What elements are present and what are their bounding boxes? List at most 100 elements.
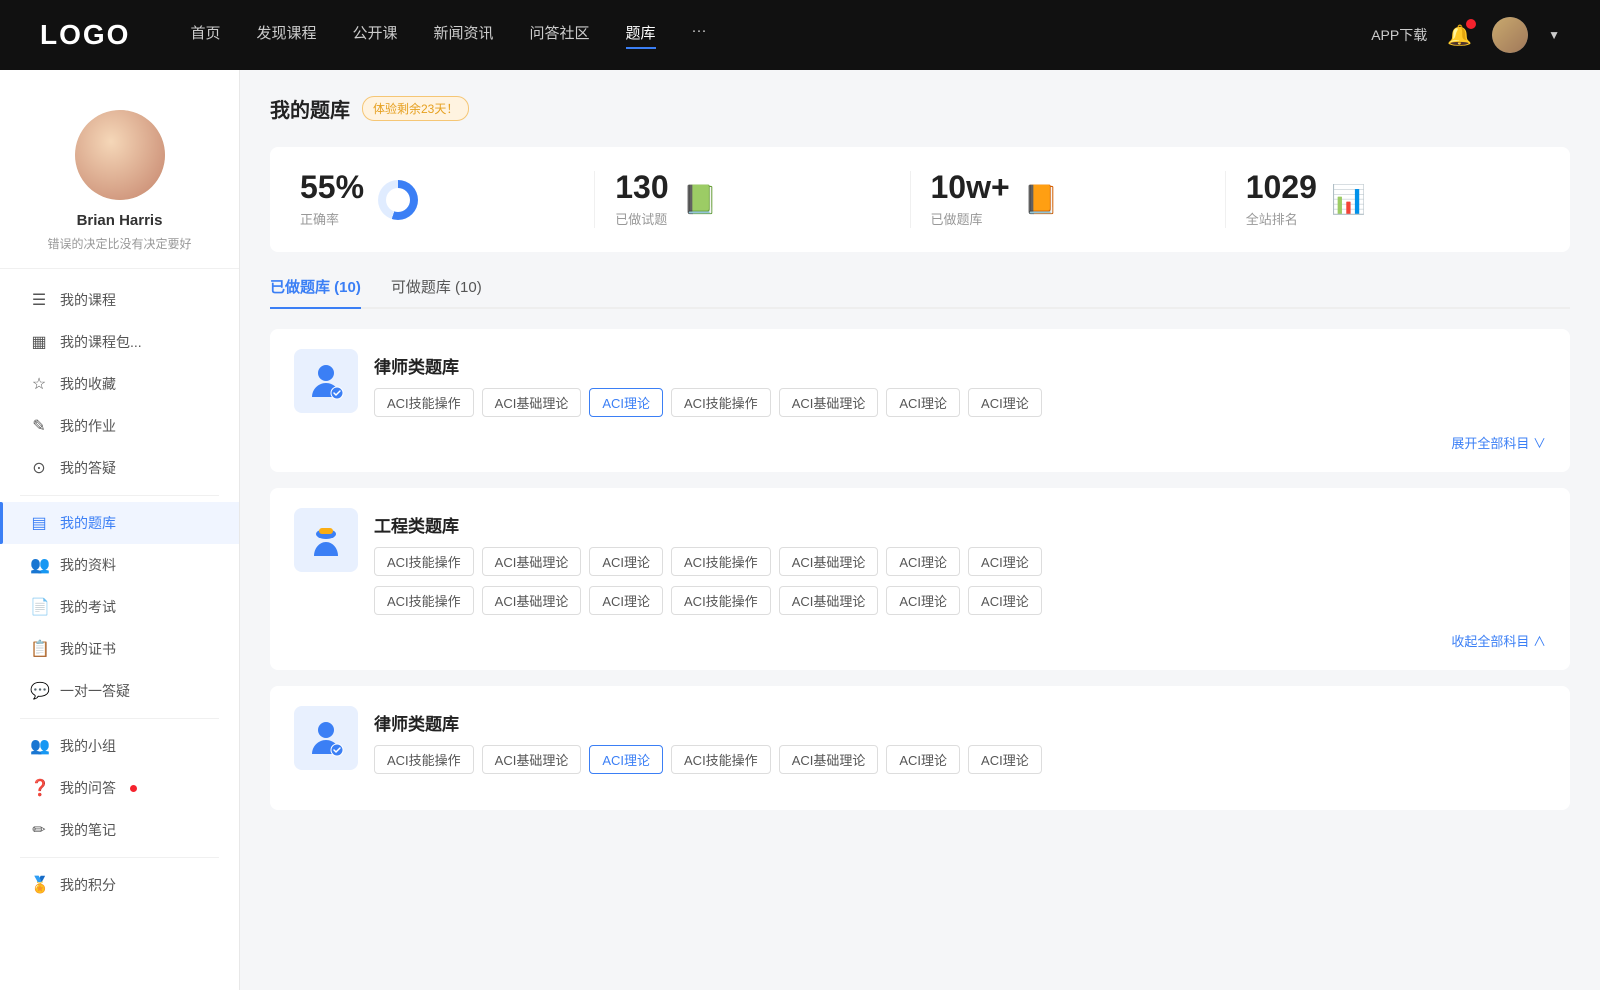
- notification-bell[interactable]: 🔔: [1447, 23, 1472, 48]
- qbank-tags-0: ACI技能操作ACI基础理论ACI理论ACI技能操作ACI基础理论ACI理论AC…: [374, 388, 1042, 417]
- sidebar-item-0[interactable]: ☰我的课程: [0, 279, 239, 321]
- stats-card: 55%正确率130已做试题📗10w+已做题库📙1029全站排名📊: [270, 147, 1570, 252]
- stat-label-1: 已做试题: [615, 209, 668, 228]
- sidebar-icon-7: 📄: [30, 597, 48, 617]
- stat-label-0: 正确率: [300, 209, 364, 228]
- sidebar-item-5[interactable]: ▤我的题库: [0, 502, 239, 544]
- stat-item-0: 55% 正确率: [300, 171, 595, 228]
- sidebar-icon-2: ☆: [30, 374, 48, 394]
- sidebar-item-9[interactable]: 💬一对一答疑: [0, 670, 239, 712]
- nav-item-问答社区[interactable]: 问答社区: [530, 22, 590, 49]
- tag-2-6[interactable]: ACI理论: [968, 745, 1042, 774]
- sidebar-icon-0: ☰: [30, 290, 48, 310]
- sidebar-label-3: 我的作业: [60, 416, 116, 436]
- stat-value-0: 55%: [300, 171, 364, 203]
- tag-row2-1-3[interactable]: ACI技能操作: [671, 586, 771, 615]
- user-name: Brian Harris: [77, 212, 163, 229]
- tab-0[interactable]: 已做题库 (10): [270, 276, 361, 307]
- qbank-tags-2: ACI技能操作ACI基础理论ACI理论ACI技能操作ACI基础理论ACI理论AC…: [374, 745, 1042, 774]
- sidebar-label-4: 我的答疑: [60, 458, 116, 478]
- nav-item-发现课程[interactable]: 发现课程: [256, 22, 316, 49]
- sidebar-label-5: 我的题库: [60, 513, 116, 533]
- tag-row2-1-5[interactable]: ACI理论: [886, 586, 960, 615]
- tab-1[interactable]: 可做题库 (10): [391, 276, 482, 307]
- sidebar-item-2[interactable]: ☆我的收藏: [0, 363, 239, 405]
- sidebar-item-13[interactable]: 🏅我的积分: [0, 864, 239, 906]
- nav-menu: 首页 发现课程 公开课 新闻资讯 问答社区 题库 ···: [190, 22, 1371, 49]
- tag-1-4[interactable]: ACI基础理论: [779, 547, 879, 576]
- tag-2-1[interactable]: ACI基础理论: [482, 745, 582, 774]
- tag-2-4[interactable]: ACI基础理论: [779, 745, 879, 774]
- tag-row2-1-1[interactable]: ACI基础理论: [482, 586, 582, 615]
- tag-0-4[interactable]: ACI基础理论: [779, 388, 879, 417]
- stat-value-1: 130: [615, 171, 668, 203]
- tag-row2-1-6[interactable]: ACI理论: [968, 586, 1042, 615]
- tag-1-5[interactable]: ACI理论: [886, 547, 960, 576]
- sidebar-label-8: 我的证书: [60, 639, 116, 659]
- sidebar-item-1[interactable]: ▦我的课程包...: [0, 321, 239, 363]
- profile-section: Brian Harris 错误的决定比没有决定要好: [0, 90, 239, 269]
- sidebar-item-11[interactable]: ❓我的问答: [0, 767, 239, 809]
- tag-0-0[interactable]: ACI技能操作: [374, 388, 474, 417]
- tag-0-2[interactable]: ACI理论: [589, 388, 663, 417]
- tag-1-2[interactable]: ACI理论: [589, 547, 663, 576]
- logo: LOGO: [40, 19, 130, 51]
- stat-label-3: 全站排名: [1246, 209, 1317, 228]
- avatar-image: [75, 110, 165, 200]
- nav-item-题库[interactable]: 题库: [626, 22, 656, 49]
- nav-item-首页[interactable]: 首页: [190, 22, 220, 49]
- tag-1-0[interactable]: ACI技能操作: [374, 547, 474, 576]
- page-layout: Brian Harris 错误的决定比没有决定要好 ☰我的课程▦我的课程包...…: [0, 70, 1600, 990]
- lawyer-svg: [304, 359, 348, 403]
- sidebar-divider: [20, 718, 219, 719]
- nav-item-···[interactable]: ···: [692, 22, 707, 49]
- sidebar-icon-4: ⊙: [30, 458, 48, 478]
- sidebar-item-6[interactable]: 👥我的资料: [0, 544, 239, 586]
- nav-item-新闻资讯[interactable]: 新闻资讯: [434, 22, 494, 49]
- tag-row2-1-4[interactable]: ACI基础理论: [779, 586, 879, 615]
- doc-green-icon: 📗: [683, 183, 718, 216]
- qbank-footer-0[interactable]: 展开全部科目 ∨: [294, 433, 1546, 452]
- sidebar-item-10[interactable]: 👥我的小组: [0, 725, 239, 767]
- tag-1-1[interactable]: ACI基础理论: [482, 547, 582, 576]
- sidebar-label-11: 我的问答: [60, 778, 116, 798]
- qbank-icon-0: [294, 349, 358, 413]
- page-title: 我的题库: [270, 94, 350, 123]
- tag-2-2[interactable]: ACI理论: [589, 745, 663, 774]
- tag-row2-1-2[interactable]: ACI理论: [589, 586, 663, 615]
- pie-chart-icon: [378, 180, 418, 220]
- qbank-title-1: 工程类题库: [374, 512, 1042, 537]
- tabs-row: 已做题库 (10) 可做题库 (10): [270, 276, 1570, 309]
- sidebar-icon-9: 💬: [30, 681, 48, 701]
- tag-2-0[interactable]: ACI技能操作: [374, 745, 474, 774]
- sidebar-item-4[interactable]: ⊙ 我的答疑: [0, 447, 239, 489]
- sidebar-icon-6: 👥: [30, 555, 48, 575]
- qbank-title-2: 律师类题库: [374, 710, 1042, 735]
- sidebar-item-3[interactable]: ✎我的作业: [0, 405, 239, 447]
- sidebar-icon-12: ✏: [30, 820, 48, 840]
- sidebar-divider: [20, 857, 219, 858]
- tag-row2-1-0[interactable]: ACI技能操作: [374, 586, 474, 615]
- tag-2-3[interactable]: ACI技能操作: [671, 745, 771, 774]
- nav-item-公开课[interactable]: 公开课: [352, 22, 397, 49]
- tag-0-1[interactable]: ACI基础理论: [482, 388, 582, 417]
- qbanks-container: 律师类题库ACI技能操作ACI基础理论ACI理论ACI技能操作ACI基础理论AC…: [270, 329, 1570, 810]
- tag-1-3[interactable]: ACI技能操作: [671, 547, 771, 576]
- app-download-button[interactable]: APP下载: [1371, 25, 1427, 45]
- tag-0-3[interactable]: ACI技能操作: [671, 388, 771, 417]
- qbank-header-2: 律师类题库ACI技能操作ACI基础理论ACI理论ACI技能操作ACI基础理论AC…: [294, 706, 1546, 774]
- avatar[interactable]: [1492, 17, 1528, 53]
- tag-0-6[interactable]: ACI理论: [968, 388, 1042, 417]
- sidebar-item-7[interactable]: 📄我的考试: [0, 586, 239, 628]
- navbar-right: APP下载 🔔 ▼: [1371, 17, 1560, 53]
- qbank-header-0: 律师类题库ACI技能操作ACI基础理论ACI理论ACI技能操作ACI基础理论AC…: [294, 349, 1546, 417]
- tag-1-6[interactable]: ACI理论: [968, 547, 1042, 576]
- sidebar-item-12[interactable]: ✏我的笔记: [0, 809, 239, 851]
- sidebar-item-8[interactable]: 📋我的证书: [0, 628, 239, 670]
- user-menu-chevron[interactable]: ▼: [1548, 28, 1560, 42]
- qbank-footer-1[interactable]: 收起全部科目 ∧: [294, 631, 1546, 650]
- trial-badge: 体验剩余23天！: [362, 96, 469, 121]
- profile-avatar: [75, 110, 165, 200]
- tag-0-5[interactable]: ACI理论: [886, 388, 960, 417]
- tag-2-5[interactable]: ACI理论: [886, 745, 960, 774]
